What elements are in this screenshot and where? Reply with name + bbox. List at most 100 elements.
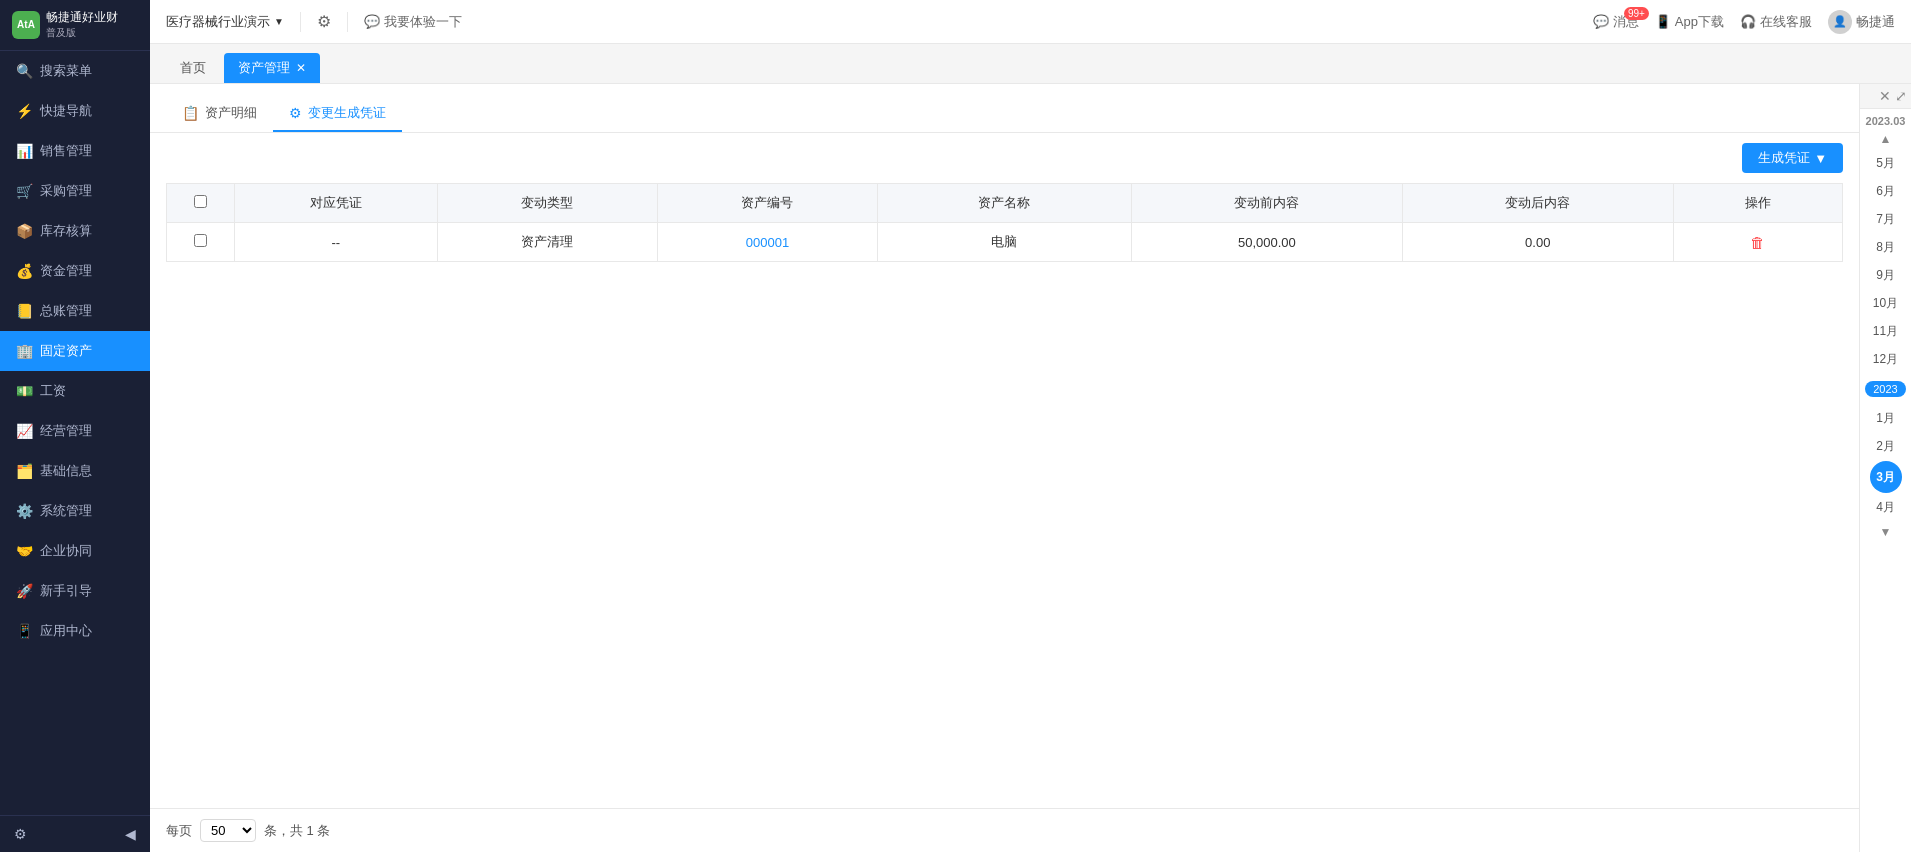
expand-panel-icon[interactable]: ⤢ xyxy=(1895,88,1907,104)
sidebar-item-purchase[interactable]: 🛒 采购管理 xyxy=(0,171,150,211)
sidebar-item-quick-nav[interactable]: ⚡ 快捷导航 xyxy=(0,91,150,131)
calendar-month-4[interactable]: 4月 xyxy=(1864,494,1907,521)
sub-tab-asset-detail[interactable]: 📋 资产明细 xyxy=(166,96,273,132)
sidebar-item-inventory[interactable]: 📦 库存核算 xyxy=(0,211,150,251)
calendar-down-arrow[interactable]: ▼ xyxy=(1876,522,1896,542)
header: 医疗器械行业演示 ▼ ⚙ 💬 我要体验一下 💬 消息 99+ 📱 App下载 🎧… xyxy=(150,0,1911,44)
panel-header: ✕ ⤢ xyxy=(1860,84,1911,109)
sidebar-item-label: 企业协同 xyxy=(40,542,92,560)
per-page-label: 每页 xyxy=(166,822,192,840)
calendar-month-3-current[interactable]: 3月 xyxy=(1870,461,1902,493)
company-selector[interactable]: 医疗器械行业演示 ▼ xyxy=(166,13,284,31)
calendar-month-11[interactable]: 11月 xyxy=(1864,318,1907,345)
tab-close-icon[interactable]: ✕ xyxy=(296,61,306,75)
delete-icon[interactable]: 🗑 xyxy=(1750,234,1765,251)
sidebar-item-salary[interactable]: 💵 工资 xyxy=(0,371,150,411)
collab-icon: 🤝 xyxy=(16,543,32,559)
calendar-month-8[interactable]: 8月 xyxy=(1864,234,1907,261)
message-icon: 💬 xyxy=(1593,14,1609,29)
logo-text-group: 畅捷通好业财 普及版 xyxy=(46,10,118,40)
sidebar-item-collab[interactable]: 🤝 企业协同 xyxy=(0,531,150,571)
sidebar-item-guide[interactable]: 🚀 新手引导 xyxy=(0,571,150,611)
base-info-icon: 🗂️ xyxy=(16,463,32,479)
sidebar-scroll: 🔍 搜索菜单 ⚡ 快捷导航 📊 销售管理 🛒 采购管理 📦 库存核算 💰 资金管… xyxy=(0,51,150,815)
sidebar-item-label: 基础信息 xyxy=(40,462,92,480)
sidebar-item-label: 经营管理 xyxy=(40,422,92,440)
sidebar-item-fixed-assets[interactable]: 🏢 固定资产 xyxy=(0,331,150,371)
table-row: -- 资产清理 000001 电脑 50,000.00 0.00 🗑 xyxy=(167,223,1843,262)
total-label: 条，共 1 条 xyxy=(264,822,330,840)
dropdown-arrow-icon: ▼ xyxy=(1814,151,1827,166)
calendar-scroll: 2023.03 ▲ 5月 6月 7月 8月 9月 10月 11月 12月 202… xyxy=(1860,109,1911,852)
app-download-label: App下载 xyxy=(1675,13,1724,31)
tab-home[interactable]: 首页 xyxy=(166,53,220,83)
quick-nav-icon: ⚡ xyxy=(16,103,32,119)
calendar-month-6[interactable]: 6月 xyxy=(1864,178,1907,205)
calendar-month-1[interactable]: 1月 xyxy=(1864,405,1907,432)
header-change-type: 变动类型 xyxy=(437,184,657,223)
calendar-month-5[interactable]: 5月 xyxy=(1864,150,1907,177)
header-after-change: 变动后内容 xyxy=(1402,184,1673,223)
header-voucher: 对应凭证 xyxy=(234,184,437,223)
header-before-change: 变动前内容 xyxy=(1131,184,1402,223)
settings-icon[interactable]: ⚙ xyxy=(14,826,27,842)
sub-tab-change-voucher[interactable]: ⚙ 变更生成凭证 xyxy=(273,96,402,132)
salary-icon: 💵 xyxy=(16,383,32,399)
service-icon: 🎧 xyxy=(1740,14,1756,29)
tab-asset-label: 资产管理 xyxy=(238,59,290,77)
sidebar-item-funds[interactable]: 💰 资金管理 xyxy=(0,251,150,291)
sidebar-item-label: 快捷导航 xyxy=(40,102,92,120)
messages-button[interactable]: 💬 消息 99+ xyxy=(1593,13,1639,31)
sidebar-item-label: 采购管理 xyxy=(40,182,92,200)
tab-asset-management[interactable]: 资产管理 ✕ xyxy=(224,53,320,83)
row-change-type: 资产清理 xyxy=(437,223,657,262)
user-menu[interactable]: 👤 畅捷通 xyxy=(1828,10,1895,34)
close-panel-icon[interactable]: ✕ xyxy=(1879,88,1891,104)
calendar-up-arrow[interactable]: ▲ xyxy=(1876,129,1896,149)
header-checkbox-col xyxy=(167,184,235,223)
collapse-icon[interactable]: ◀ xyxy=(125,826,136,842)
feedback-button[interactable]: 💬 我要体验一下 xyxy=(364,13,462,31)
sidebar-item-base-info[interactable]: 🗂️ 基础信息 xyxy=(0,451,150,491)
sidebar-item-label: 系统管理 xyxy=(40,502,92,520)
sidebar-item-label: 搜索菜单 xyxy=(40,62,92,80)
calendar-month-7[interactable]: 7月 xyxy=(1864,206,1907,233)
settings-gear-icon[interactable]: ⚙ xyxy=(317,12,331,31)
calendar-month-2[interactable]: 2月 xyxy=(1864,433,1907,460)
row-action-cell: 🗑 xyxy=(1673,223,1842,262)
right-calendar-panel: ✕ ⤢ 2023.03 ▲ 5月 6月 7月 8月 9月 10月 11月 12月… xyxy=(1859,84,1911,852)
sidebar-item-operations[interactable]: 📈 经营管理 xyxy=(0,411,150,451)
calendar-month-10[interactable]: 10月 xyxy=(1864,290,1907,317)
pagination: 每页 50 10 20 100 条，共 1 条 xyxy=(150,808,1859,852)
asset-detail-icon: 📋 xyxy=(182,105,199,121)
generate-voucher-button[interactable]: 生成凭证 ▼ xyxy=(1742,143,1843,173)
sidebar-item-sales[interactable]: 📊 销售管理 xyxy=(0,131,150,171)
header-asset-name: 资产名称 xyxy=(878,184,1132,223)
year-2023-badge: 2023 xyxy=(1865,381,1905,397)
chevron-down-icon: ▼ xyxy=(274,16,284,27)
row-asset-name: 电脑 xyxy=(878,223,1132,262)
per-page-select[interactable]: 50 10 20 100 xyxy=(200,819,256,842)
row-checkbox[interactable] xyxy=(194,234,207,247)
online-service-button[interactable]: 🎧 在线客服 xyxy=(1740,13,1812,31)
sidebar-logo: AtA 畅捷通好业财 普及版 xyxy=(0,0,150,51)
calendar-month-12[interactable]: 12月 xyxy=(1864,346,1907,373)
header-right: 💬 消息 99+ 📱 App下载 🎧 在线客服 👤 畅捷通 xyxy=(1593,10,1895,34)
app-center-icon: 📱 xyxy=(16,623,32,639)
tab-home-label: 首页 xyxy=(180,59,206,77)
search-menu-icon: 🔍 xyxy=(16,63,32,79)
company-name: 医疗器械行业演示 xyxy=(166,13,270,31)
content-area: 📋 资产明细 ⚙ 变更生成凭证 生成凭证 ▼ xyxy=(150,84,1911,852)
header-divider2 xyxy=(347,12,348,32)
sidebar-item-label: 销售管理 xyxy=(40,142,92,160)
app-download-button[interactable]: 📱 App下载 xyxy=(1655,13,1724,31)
logo-icon: AtA xyxy=(12,11,40,39)
calendar-month-9[interactable]: 9月 xyxy=(1864,262,1907,289)
asset-area: 📋 资产明细 ⚙ 变更生成凭证 生成凭证 ▼ xyxy=(150,84,1859,852)
sidebar-item-search[interactable]: 🔍 搜索菜单 xyxy=(0,51,150,91)
sidebar-item-app-center[interactable]: 📱 应用中心 xyxy=(0,611,150,651)
sidebar-item-system[interactable]: ⚙️ 系统管理 xyxy=(0,491,150,531)
select-all-checkbox[interactable] xyxy=(194,195,207,208)
sidebar-item-ledger[interactable]: 📒 总账管理 xyxy=(0,291,150,331)
row-asset-code: 000001 xyxy=(657,223,877,262)
